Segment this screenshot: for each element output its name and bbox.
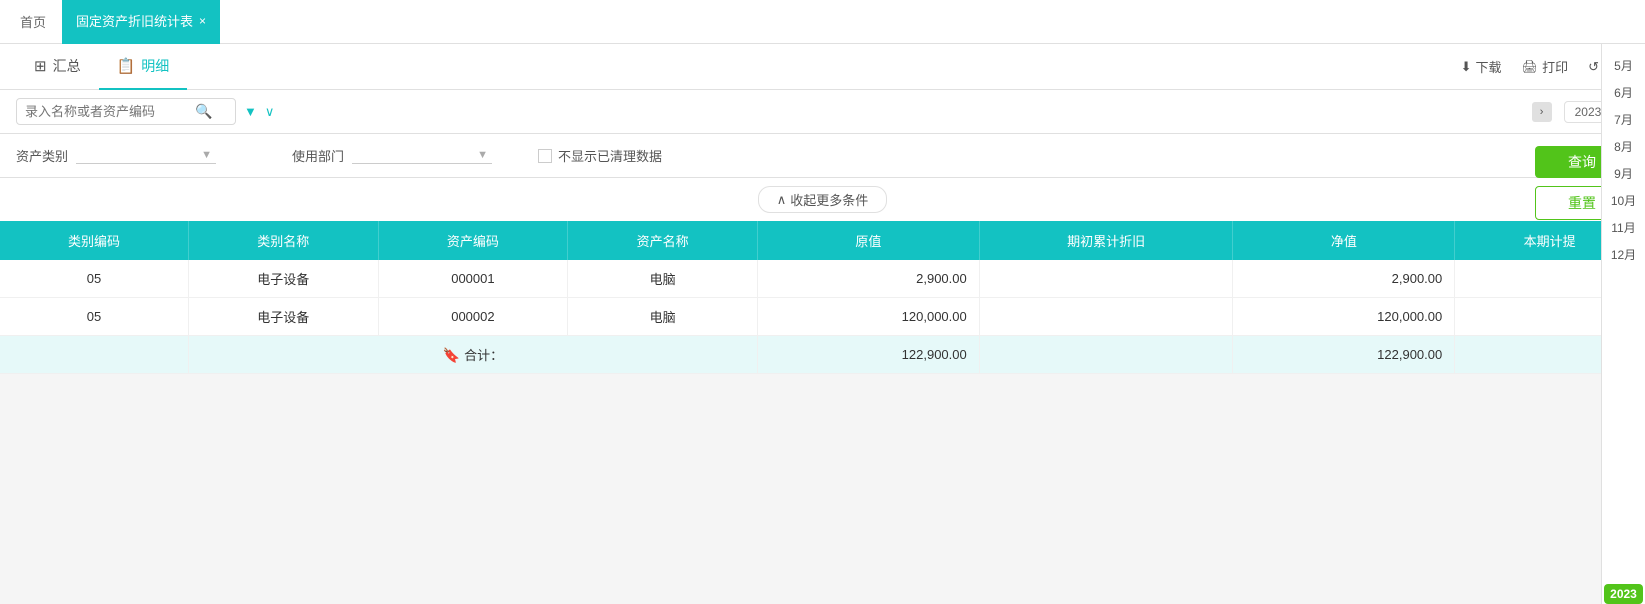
hide-cleared-checkbox[interactable] xyxy=(538,149,552,163)
more-filter-button[interactable]: ▼ ∨ xyxy=(244,104,274,120)
dept-arrow-icon: ▼ xyxy=(477,149,488,161)
cell-asset-name: 电脑 xyxy=(568,260,758,298)
summary-row: 🔖合计： 122,900.00 122,900.00 xyxy=(0,336,1645,374)
cell-category-name: 电子设备 xyxy=(188,298,378,336)
summary-icon-cell xyxy=(0,336,188,374)
cell-category-code: 05 xyxy=(0,260,188,298)
cell-original-value: 2,900.00 xyxy=(757,260,979,298)
sidebar-month-item[interactable]: 10月 xyxy=(1611,187,1636,214)
summary-label: 汇总 xyxy=(53,56,81,76)
col-accum-depreciation: 期初累计折旧 xyxy=(979,221,1233,260)
hide-cleared-label: 不显示已清理数据 xyxy=(558,146,662,165)
col-net-value: 净值 xyxy=(1233,221,1455,260)
table-row: 05 电子设备 000001 电脑 2,900.00 2,900.00 xyxy=(0,260,1645,298)
summary-net-value: 122,900.00 xyxy=(1233,336,1455,374)
col-asset-code: 资产编码 xyxy=(378,221,568,260)
hide-cleared-group: 不显示已清理数据 xyxy=(538,146,662,165)
summary-label-cell: 🔖合计： xyxy=(188,336,757,374)
collapse-label: 收起更多条件 xyxy=(790,190,868,209)
year-badge: 2023 xyxy=(1604,584,1643,604)
table-body: 05 电子设备 000001 电脑 2,900.00 2,900.00 05 电… xyxy=(0,260,1645,374)
asset-type-filter: 资产类别 ▼ xyxy=(16,146,216,165)
search-input-wrapper: 🔍 xyxy=(16,98,236,125)
sidebar-month-item[interactable]: 9月 xyxy=(1611,160,1636,187)
refresh-icon: ↺ xyxy=(1588,59,1599,75)
tab-label: 固定资产折旧统计表 xyxy=(76,11,193,30)
dept-select[interactable]: ▼ xyxy=(352,147,492,164)
download-button[interactable]: ⬇ 下载 xyxy=(1461,57,1502,76)
tab-close-icon[interactable]: × xyxy=(199,14,206,28)
cell-category-code: 05 xyxy=(0,298,188,336)
cell-net-value: 2,900.00 xyxy=(1233,260,1455,298)
right-sidebar: 5月6月7月8月9月10月11月12月 2023 xyxy=(1601,44,1645,604)
col-asset-name: 资产名称 xyxy=(568,221,758,260)
date-nav-arrow[interactable]: › xyxy=(1532,102,1552,122)
download-label: 下载 xyxy=(1476,57,1502,76)
search-bar: 🔍 ▼ ∨ › 2023.01 xyxy=(0,90,1645,134)
col-category-name: 类别名称 xyxy=(188,221,378,260)
table-header: 类别编码 类别名称 资产编码 资产名称 原值 期初累计折旧 净值 本期计提 xyxy=(0,221,1645,260)
main-wrapper: ⊞ 汇总 📋 明细 ⬇ 下载 🖨 打印 ↺ 刷新 xyxy=(0,44,1645,604)
main-tab[interactable]: 固定资产折旧统计表 × xyxy=(62,0,220,44)
sidebar-month-item[interactable]: 12月 xyxy=(1611,241,1636,268)
filter-chevron-icon: ∨ xyxy=(265,104,275,120)
home-link[interactable]: 首页 xyxy=(12,12,54,31)
tab-summary[interactable]: ⊞ 汇总 xyxy=(16,44,99,90)
summary-icon: ⊞ xyxy=(34,57,47,75)
search-icon: 🔍 xyxy=(195,103,212,120)
sidebar-month-item[interactable]: 5月 xyxy=(1611,52,1636,79)
summary-original-value: 122,900.00 xyxy=(757,336,979,374)
sidebar-month-item[interactable]: 6月 xyxy=(1611,79,1636,106)
tab-detail[interactable]: 📋 明细 xyxy=(99,44,188,90)
asset-type-label: 资产类别 xyxy=(16,146,68,165)
cell-asset-name: 电脑 xyxy=(568,298,758,336)
print-icon: 🖨 xyxy=(1522,59,1539,75)
cell-asset-code: 000002 xyxy=(378,298,568,336)
filter-area: 资产类别 ▼ 使用部门 ▼ 不显示已清理数据 查询 重置 xyxy=(0,134,1645,178)
cell-accum-depreciation xyxy=(979,260,1233,298)
sidebar-month-item[interactable]: 11月 xyxy=(1611,214,1636,241)
filter-icon: ▼ xyxy=(244,104,257,119)
search-input[interactable] xyxy=(25,104,195,119)
asset-type-select[interactable]: ▼ xyxy=(76,147,216,164)
sidebar-month-item[interactable]: 7月 xyxy=(1611,106,1636,133)
print-label: 打印 xyxy=(1542,57,1568,76)
cell-asset-code: 000001 xyxy=(378,260,568,298)
content-area: ⊞ 汇总 📋 明细 ⬇ 下载 🖨 打印 ↺ 刷新 xyxy=(0,44,1645,604)
sub-tabs-bar: ⊞ 汇总 📋 明细 ⬇ 下载 🖨 打印 ↺ 刷新 xyxy=(0,44,1645,90)
sidebar-month-item[interactable]: 8月 xyxy=(1611,133,1636,160)
dept-label: 使用部门 xyxy=(292,146,344,165)
top-nav: 首页 固定资产折旧统计表 × × xyxy=(0,0,1645,44)
download-icon: ⬇ xyxy=(1461,59,1472,75)
asset-type-arrow-icon: ▼ xyxy=(201,149,212,161)
table-container: 类别编码 类别名称 资产编码 资产名称 原值 期初累计折旧 净值 本期计提 05… xyxy=(0,221,1645,374)
summary-accum xyxy=(979,336,1233,374)
month-list: 5月6月7月8月9月10月11月12月 xyxy=(1611,52,1636,268)
print-button[interactable]: 🖨 打印 xyxy=(1522,57,1569,76)
data-table: 类别编码 类别名称 资产编码 资产名称 原值 期初累计折旧 净值 本期计提 05… xyxy=(0,221,1645,374)
collapse-icon: ∧ xyxy=(777,192,787,208)
table-row: 05 电子设备 000002 电脑 120,000.00 120,000.00 xyxy=(0,298,1645,336)
col-category-code: 类别编码 xyxy=(0,221,188,260)
dept-filter: 使用部门 ▼ xyxy=(292,146,492,165)
collapse-button[interactable]: ∧ 收起更多条件 xyxy=(758,186,888,213)
detail-label: 明细 xyxy=(141,56,169,76)
summary-icon: 🔖 xyxy=(443,347,460,363)
collapse-bar: ∧ 收起更多条件 xyxy=(0,178,1645,221)
cell-category-name: 电子设备 xyxy=(188,260,378,298)
cell-net-value: 120,000.00 xyxy=(1233,298,1455,336)
cell-accum-depreciation xyxy=(979,298,1233,336)
cell-original-value: 120,000.00 xyxy=(757,298,979,336)
detail-icon: 📋 xyxy=(117,57,136,75)
col-original-value: 原值 xyxy=(757,221,979,260)
